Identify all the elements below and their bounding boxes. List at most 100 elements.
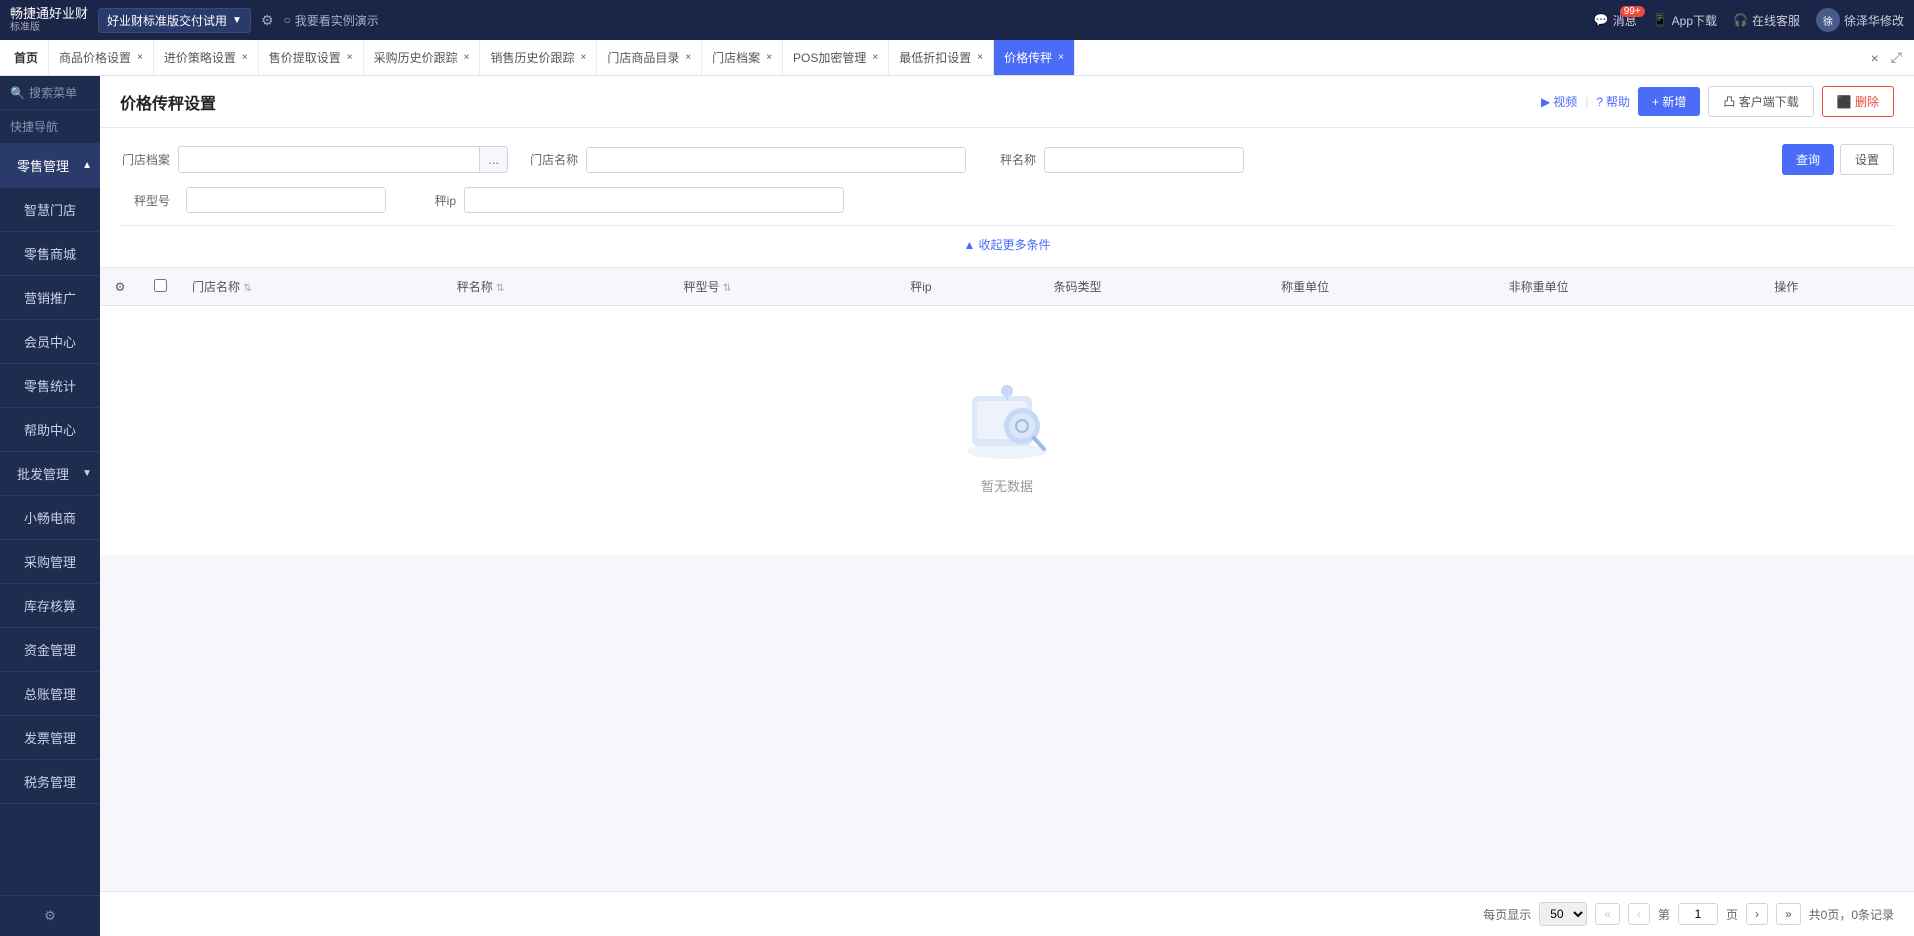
content-area: 价格传秤设置 ▶ 视频 | ? 帮助 + 新增 凸 客户端下载 ⬛ bbox=[100, 76, 1914, 936]
scale-name-filter: 秤名称 bbox=[986, 147, 1244, 173]
demo-link[interactable]: ○ 我要看实例演示 bbox=[284, 12, 379, 29]
col-scale-name: 秤名称 ⇅ bbox=[445, 268, 672, 306]
next-page-btn[interactable]: › bbox=[1746, 903, 1768, 925]
expand-tabs-btn[interactable]: ⤢ bbox=[1887, 47, 1906, 68]
sidebar-item-purchase-mgmt[interactable]: 采购管理 bbox=[0, 540, 100, 584]
sidebar-item-wholesale-mgmt[interactable]: 批发管理 ▼ bbox=[0, 452, 100, 496]
sidebar-item-member-center[interactable]: 会员中心 bbox=[0, 320, 100, 364]
scale-name-input[interactable] bbox=[1044, 147, 1244, 173]
video-link[interactable]: ▶ 视频 bbox=[1541, 93, 1577, 110]
close-icon[interactable]: × bbox=[580, 52, 586, 63]
tab-bar: 首页 商品价格设置 × 进价策略设置 × 售价提取设置 × 采购历史价跟踪 × … bbox=[0, 40, 1914, 76]
close-icon[interactable]: × bbox=[766, 52, 772, 63]
tab-bar-controls: × ⤢ bbox=[1867, 47, 1910, 68]
tab-min-discount[interactable]: 最低折扣设置 × bbox=[889, 40, 994, 76]
scale-ip-input[interactable] bbox=[464, 187, 844, 213]
sidebar-item-tax-mgmt[interactable]: 税务管理 bbox=[0, 760, 100, 804]
col-weight-unit: 称重单位 bbox=[1269, 268, 1497, 306]
tab-pos-security[interactable]: POS加密管理 × bbox=[783, 40, 889, 76]
tab-sale-history[interactable]: 销售历史价跟踪 × bbox=[480, 40, 597, 76]
help-link[interactable]: ? 帮助 bbox=[1596, 93, 1630, 110]
top-bar: 畅捷通好业财 标准版 好业财标准版交付试用 ▼ ⚙ ○ 我要看实例演示 💬 消息… bbox=[0, 0, 1914, 40]
tab-store-catalog[interactable]: 门店商品目录 × bbox=[597, 40, 702, 76]
settings-filter-btn[interactable]: 设置 bbox=[1840, 144, 1894, 175]
tab-purchase-history[interactable]: 采购历史价跟踪 × bbox=[364, 40, 481, 76]
sidebar-item-inventory[interactable]: 库存核算 bbox=[0, 584, 100, 628]
col-scale-ip: 秤ip bbox=[898, 268, 1041, 306]
close-icon[interactable]: × bbox=[977, 52, 983, 63]
close-icon[interactable]: × bbox=[347, 52, 353, 63]
store-profile-dots-btn[interactable]: ... bbox=[479, 147, 507, 172]
user-name: 徐泽华修改 bbox=[1844, 12, 1904, 29]
download-btn[interactable]: 凸 客户端下载 bbox=[1708, 86, 1813, 117]
tab-purchase-strategy[interactable]: 进价策略设置 × bbox=[154, 40, 259, 76]
sidebar-item-xiao-chang[interactable]: 小畅电商 bbox=[0, 496, 100, 540]
gear-icon: ⚙ bbox=[44, 908, 56, 923]
table-body: 暂无数据 bbox=[100, 306, 1914, 556]
query-btn[interactable]: 查询 bbox=[1782, 144, 1834, 175]
first-page-btn[interactable]: « bbox=[1595, 903, 1620, 925]
sidebar-search[interactable]: 🔍 搜索菜单 bbox=[0, 76, 100, 110]
store-name-input[interactable] bbox=[586, 147, 966, 173]
col-scale-model: 秤型号 ⇅ bbox=[671, 268, 898, 306]
version-selector[interactable]: 好业财标准版交付试用 ▼ bbox=[98, 8, 251, 33]
phone-icon: 📱 bbox=[1653, 13, 1668, 27]
user-profile[interactable]: 徐 徐泽华修改 bbox=[1816, 8, 1904, 32]
per-page-select[interactable]: 50 bbox=[1539, 902, 1587, 926]
sidebar-item-help-center[interactable]: 帮助中心 bbox=[0, 408, 100, 452]
sort-icon[interactable]: ⇅ bbox=[243, 283, 251, 294]
tab-home[interactable]: 首页 bbox=[4, 40, 49, 76]
messages-btn[interactable]: 💬 消息 99+ bbox=[1594, 12, 1637, 29]
close-icon[interactable]: × bbox=[685, 52, 691, 63]
col-checkbox bbox=[140, 268, 180, 306]
app-download-btn[interactable]: 📱 App下载 bbox=[1653, 12, 1717, 29]
empty-illustration bbox=[947, 366, 1067, 466]
sidebar-item-general-ledger[interactable]: 总账管理 bbox=[0, 672, 100, 716]
tab-sale-price[interactable]: 售价提取设置 × bbox=[259, 40, 364, 76]
tab-price-scale[interactable]: 价格传秤 × bbox=[994, 40, 1075, 76]
tab-price-settings[interactable]: 商品价格设置 × bbox=[49, 40, 154, 76]
online-service-btn[interactable]: 🎧 在线客服 bbox=[1733, 12, 1800, 29]
sidebar-item-smart-store[interactable]: 智慧门店 bbox=[0, 188, 100, 232]
play-icon: ▶ bbox=[1541, 95, 1550, 109]
sidebar-item-invoice-mgmt[interactable]: 发票管理 bbox=[0, 716, 100, 760]
sidebar-item-finance[interactable]: 资金管理 bbox=[0, 628, 100, 672]
sidebar-item-retail-stats[interactable]: 零售统计 bbox=[0, 364, 100, 408]
tab-store-profile[interactable]: 门店档案 × bbox=[702, 40, 783, 76]
prev-page-btn[interactable]: ‹ bbox=[1628, 903, 1650, 925]
last-page-btn[interactable]: » bbox=[1776, 903, 1801, 925]
close-icon[interactable]: × bbox=[242, 52, 248, 63]
table-area: ⚙ 门店名称 ⇅ 秤名称 ⇅ bbox=[100, 268, 1914, 891]
table-settings-icon[interactable]: ⚙ bbox=[115, 280, 126, 294]
close-icon[interactable]: × bbox=[464, 52, 470, 63]
sidebar-item-retail-mgmt[interactable]: 零售管理 ▲ bbox=[0, 144, 100, 188]
empty-state-text: 暂无数据 bbox=[981, 476, 1033, 495]
app-main-title: 畅捷通好业财 bbox=[10, 6, 88, 22]
sidebar-item-marketing[interactable]: 营销推广 bbox=[0, 276, 100, 320]
delete-btn[interactable]: ⬛ 删除 bbox=[1822, 86, 1894, 117]
close-icon[interactable]: × bbox=[137, 52, 143, 63]
collapse-btn[interactable]: ▲ 收起更多条件 bbox=[964, 236, 1051, 253]
close-all-tabs-btn[interactable]: × bbox=[1867, 48, 1883, 68]
sidebar-settings-btn[interactable]: ⚙ bbox=[0, 895, 100, 936]
scale-model-input[interactable] bbox=[186, 187, 386, 213]
scale-model-filter: 秤型号 bbox=[120, 187, 386, 213]
close-icon[interactable]: × bbox=[1058, 52, 1064, 63]
store-profile-input[interactable] bbox=[179, 148, 479, 172]
close-icon[interactable]: × bbox=[872, 52, 878, 63]
add-btn[interactable]: + 新增 bbox=[1638, 87, 1700, 116]
sidebar-quick-nav[interactable]: 快捷导航 bbox=[0, 110, 100, 144]
top-settings-icon[interactable]: ⚙ bbox=[261, 12, 274, 29]
select-all-checkbox[interactable] bbox=[154, 279, 167, 292]
scale-ip-filter: 秤ip bbox=[406, 187, 844, 213]
sort-icon[interactable]: ⇅ bbox=[723, 283, 731, 294]
scale-ip-label: 秤ip bbox=[406, 192, 456, 209]
page-title: 价格传秤设置 bbox=[120, 90, 216, 114]
help-icon: ? bbox=[1596, 95, 1603, 109]
search-icon: 🔍 bbox=[10, 86, 25, 100]
sidebar-item-retail-mall[interactable]: 零售商城 bbox=[0, 232, 100, 276]
page-number-input[interactable] bbox=[1678, 903, 1718, 925]
sort-icon[interactable]: ⇅ bbox=[496, 283, 504, 294]
store-name-label: 门店名称 bbox=[528, 151, 578, 168]
store-name-filter: 门店名称 bbox=[528, 147, 966, 173]
